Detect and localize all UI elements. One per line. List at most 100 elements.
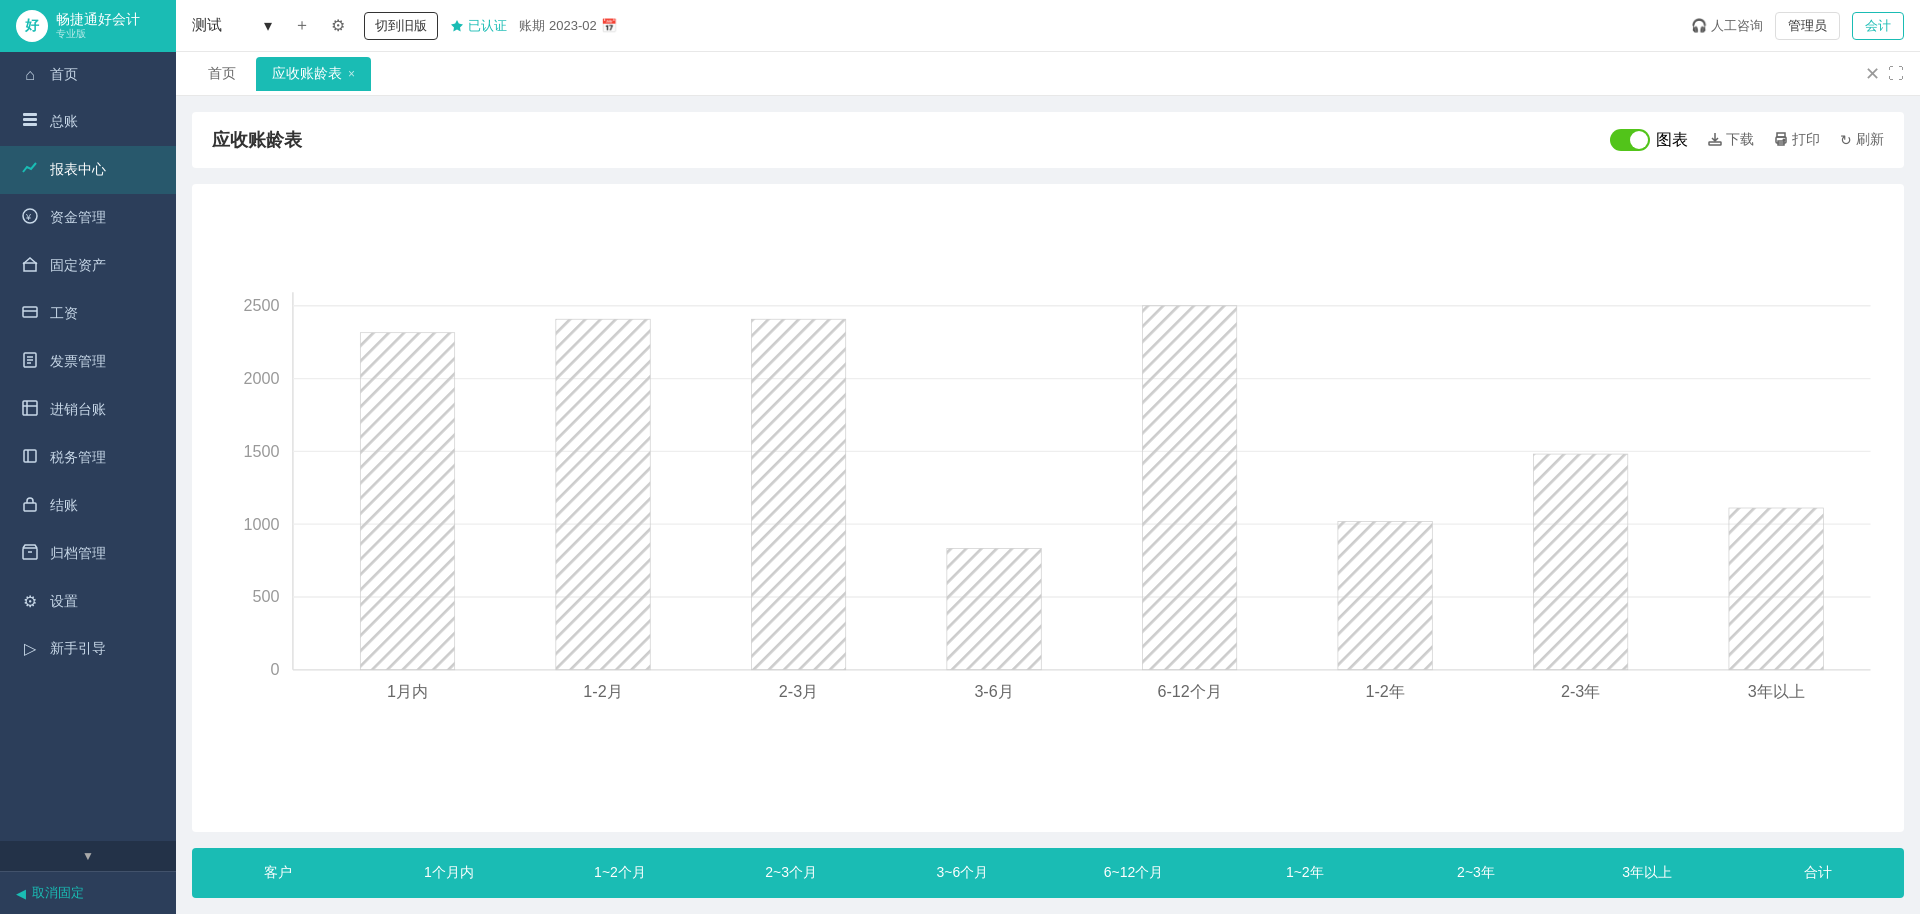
sidebar-item-invoice[interactable]: 发票管理 xyxy=(0,338,176,386)
period-value: 2023-02 xyxy=(549,18,597,33)
certified-badge: 已认证 xyxy=(450,17,507,35)
certified-label: 已认证 xyxy=(468,17,507,35)
settings-gear-icon-btn[interactable]: ⚙ xyxy=(324,12,352,40)
sidebar-nav: ⌂ 首页 总账 报表中心 ¥ 资金管理 xyxy=(0,52,176,871)
sidebar-item-ledger[interactable]: 总账 xyxy=(0,98,176,146)
funds-icon: ¥ xyxy=(20,208,40,228)
table-header-cell: 2~3年 xyxy=(1390,848,1561,898)
sidebar-item-assets[interactable]: 固定资产 xyxy=(0,242,176,290)
sidebar-label-reports: 报表中心 xyxy=(50,161,106,179)
page-actions: 图表 下载 打印 ↻ 刷新 xyxy=(1610,129,1884,151)
close-period-icon xyxy=(20,496,40,516)
sidebar-label-guide: 新手引导 xyxy=(50,640,106,658)
svg-text:1500: 1500 xyxy=(243,442,279,460)
sidebar-item-tax[interactable]: 税务管理 xyxy=(0,434,176,482)
table-header-cell: 1~2个月 xyxy=(534,848,705,898)
table-header-cell: 3年以上 xyxy=(1562,848,1733,898)
cancel-fixed-btn[interactable]: ◀ 取消固定 xyxy=(0,871,176,914)
app-edition: 专业版 xyxy=(56,27,140,41)
ledger-icon xyxy=(20,112,40,132)
settings-icon: ⚙ xyxy=(20,592,40,611)
sidebar: 好 畅捷通好会计 专业版 ⌂ 首页 总账 报表中心 xyxy=(0,0,176,914)
svg-text:2000: 2000 xyxy=(243,369,279,387)
refresh-label: 刷新 xyxy=(1856,131,1884,149)
svg-text:500: 500 xyxy=(252,587,279,605)
svg-point-24 xyxy=(1783,139,1785,141)
close-window-btn[interactable]: ✕ xyxy=(1865,63,1880,85)
sidebar-label-payroll: 工资 xyxy=(50,305,78,323)
sidebar-item-guide[interactable]: ▷ 新手引导 xyxy=(0,625,176,672)
svg-rect-18 xyxy=(23,548,37,559)
print-btn[interactable]: 打印 xyxy=(1774,131,1820,149)
sidebar-item-archive[interactable]: 归档管理 xyxy=(0,530,176,578)
svg-rect-39 xyxy=(360,333,454,670)
print-icon xyxy=(1774,132,1788,149)
sidebar-item-settings[interactable]: ⚙ 设置 xyxy=(0,578,176,625)
tab-home[interactable]: 首页 xyxy=(192,57,252,91)
chart-toggle[interactable]: 图表 xyxy=(1610,129,1688,151)
period-info: 账期 2023-02 📅 xyxy=(519,17,617,35)
print-label: 打印 xyxy=(1792,131,1820,149)
table-header-cell: 合计 xyxy=(1733,848,1904,898)
tabs-right: ✕ ⛶ xyxy=(1865,63,1904,85)
download-label: 下载 xyxy=(1726,131,1754,149)
svg-rect-53 xyxy=(1729,508,1823,670)
svg-rect-17 xyxy=(24,503,36,511)
consult-btn[interactable]: 🎧 人工咨询 xyxy=(1691,17,1763,35)
svg-text:0: 0 xyxy=(270,660,279,678)
sidebar-item-payroll[interactable]: 工资 xyxy=(0,290,176,338)
refresh-btn[interactable]: ↻ 刷新 xyxy=(1840,131,1884,149)
svg-text:2-3月: 2-3月 xyxy=(779,682,818,700)
assets-icon xyxy=(20,256,40,276)
sidebar-label-archive: 归档管理 xyxy=(50,545,106,563)
logo-icon: 好 xyxy=(16,10,48,42)
expand-btn[interactable]: ⛶ xyxy=(1888,65,1904,83)
sidebar-label-invoice: 发票管理 xyxy=(50,353,106,371)
cancel-fixed-icon: ◀ xyxy=(16,886,26,901)
topbar-dropdown[interactable]: ▾ xyxy=(264,16,272,35)
sidebar-label-tax: 税务管理 xyxy=(50,449,106,467)
svg-rect-2 xyxy=(23,123,37,126)
sidebar-item-home[interactable]: ⌂ 首页 xyxy=(0,52,176,98)
page-content: 应收账龄表 图表 下载 打 xyxy=(176,96,1920,914)
tab-close-icon[interactable]: × xyxy=(348,67,355,81)
page-header: 应收账龄表 图表 下载 打 xyxy=(192,112,1904,168)
sidebar-item-funds[interactable]: ¥ 资金管理 xyxy=(0,194,176,242)
table-header-cell: 客户 xyxy=(192,848,363,898)
switch-track[interactable] xyxy=(1610,129,1650,151)
topbar-actions: ＋ ⚙ xyxy=(288,12,352,40)
app-name: 畅捷通好会计 xyxy=(56,11,140,28)
svg-text:1-2月: 1-2月 xyxy=(583,682,622,700)
add-icon-btn[interactable]: ＋ xyxy=(288,12,316,40)
refresh-icon: ↻ xyxy=(1840,132,1852,148)
table-header-cell: 1个月内 xyxy=(363,848,534,898)
table-header-cell: 2~3个月 xyxy=(706,848,877,898)
sidebar-item-reports[interactable]: 报表中心 xyxy=(0,146,176,194)
svg-text:1月内: 1月内 xyxy=(387,682,428,700)
page-title: 应收账龄表 xyxy=(212,128,302,152)
svg-text:¥: ¥ xyxy=(25,212,32,222)
sidebar-label-close: 结账 xyxy=(50,497,78,515)
tab-aging[interactable]: 应收账龄表 × xyxy=(256,57,371,91)
svg-text:3年以上: 3年以上 xyxy=(1748,682,1805,700)
sidebar-item-trade[interactable]: 进销台账 xyxy=(0,386,176,434)
svg-rect-45 xyxy=(947,548,1041,669)
headset-icon: 🎧 xyxy=(1691,18,1707,33)
trade-icon xyxy=(20,400,40,420)
svg-text:2-3年: 2-3年 xyxy=(1561,682,1600,700)
sidebar-label-home: 首页 xyxy=(50,66,78,84)
svg-rect-41 xyxy=(556,319,650,670)
accountant-btn[interactable]: 会计 xyxy=(1852,12,1904,40)
bar-chart: 0 500 1000 1500 2000 2500 1月内 1-2月 xyxy=(212,204,1884,812)
svg-text:1000: 1000 xyxy=(243,515,279,533)
sidebar-item-close[interactable]: 结账 xyxy=(0,482,176,530)
svg-rect-1 xyxy=(23,118,37,121)
switch-old-btn[interactable]: 切到旧版 xyxy=(364,12,438,40)
home-icon: ⌂ xyxy=(20,66,40,84)
payroll-icon xyxy=(20,304,40,324)
manager-btn[interactable]: 管理员 xyxy=(1775,12,1840,40)
sidebar-scroll-inner: ⌂ 首页 总账 报表中心 ¥ 资金管理 xyxy=(0,52,176,841)
logo-area: 好 畅捷通好会计 专业版 xyxy=(0,0,176,52)
sidebar-scroll-down-btn[interactable]: ▼ xyxy=(0,841,176,871)
download-btn[interactable]: 下载 xyxy=(1708,131,1754,149)
